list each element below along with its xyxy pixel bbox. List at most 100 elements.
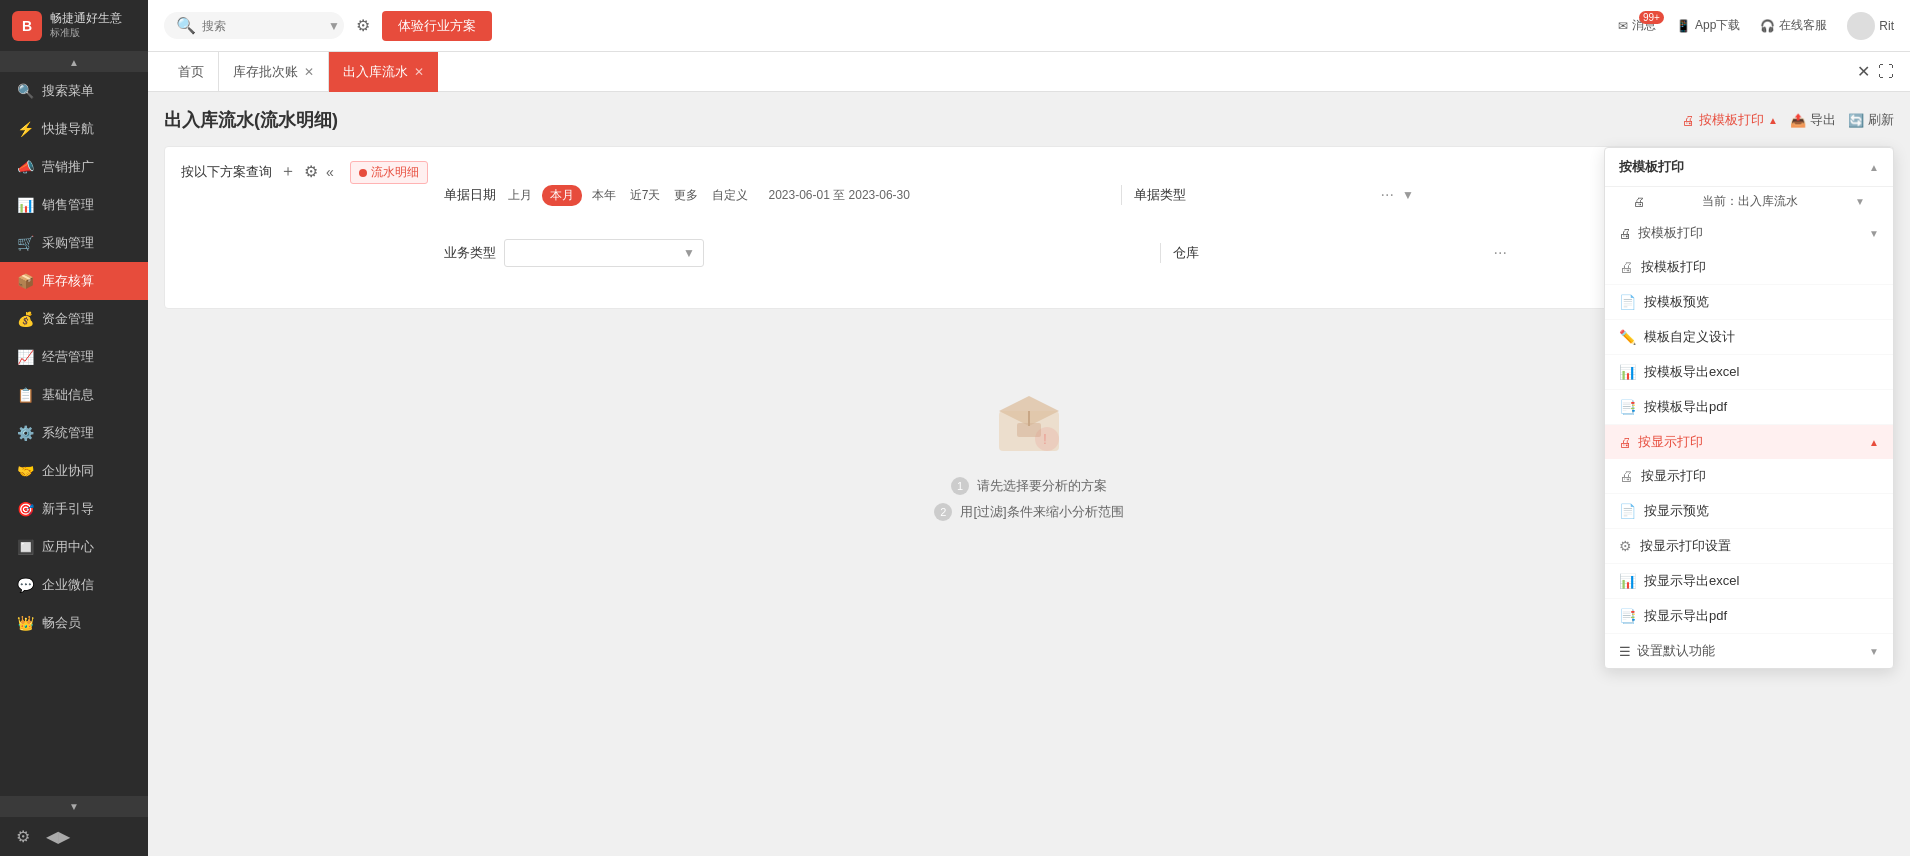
display-print-label: 按显示打印	[1641, 467, 1706, 485]
date-shortcuts: 上月 本月 本年 近7天 更多 自定义	[504, 185, 753, 206]
search-box[interactable]: 🔍 ▼	[164, 12, 344, 39]
print-dropdown-arrow: ▲	[1768, 115, 1778, 126]
sidebar-item-label: 新手引导	[42, 500, 94, 518]
dropdown-item-template-preview[interactable]: 📄 按模板预览	[1605, 285, 1893, 320]
sidebar-item-sales[interactable]: 📊 销售管理	[0, 186, 148, 224]
purchase-icon: 🛒	[16, 235, 34, 251]
dropdown-section-template[interactable]: 🖨 按模板打印 ▼	[1605, 216, 1893, 250]
date-shortcut-last-month[interactable]: 上月	[504, 185, 536, 206]
step2-num: 2	[934, 503, 952, 521]
tab-bar-close-all[interactable]: ✕	[1857, 62, 1870, 81]
sidebar-item-quick-nav[interactable]: ⚡ 快捷导航	[0, 110, 148, 148]
sidebar-item-label: 资金管理	[42, 310, 94, 328]
date-shortcut-this-month[interactable]: 本月	[542, 185, 582, 206]
sidebar-settings-icon[interactable]: ⚙	[16, 827, 30, 846]
sidebar-item-label: 企业微信	[42, 576, 94, 594]
export-btn[interactable]: 📤 导出	[1790, 111, 1836, 129]
page-title-row: 出入库流水(流水明细) 🖨 按模板打印 ▲ 📤 导出 🔄 刷新	[164, 108, 1894, 132]
date-shortcut-more[interactable]: 更多	[670, 185, 702, 206]
dropdown-item-template-excel[interactable]: 📊 按模板导出excel	[1605, 355, 1893, 390]
sidebar-item-operations[interactable]: 📈 经营管理	[0, 338, 148, 376]
tab-batch-ledger-close[interactable]: ✕	[304, 65, 314, 79]
dropdown-item-template-custom[interactable]: ✏️ 模板自定义设计	[1605, 320, 1893, 355]
system-icon: ⚙️	[16, 425, 34, 441]
print-dropdown-panel: 按模板打印 ▲ 🖨 当前：出入库流水 ▼ 🖨 按模板打印	[1604, 147, 1894, 669]
dropdown-item-display-preview[interactable]: 📄 按显示预览	[1605, 494, 1893, 529]
filter-add-icon[interactable]: ＋	[280, 161, 296, 182]
sidebar-item-guide[interactable]: 🎯 新手引导	[0, 490, 148, 528]
sidebar-collapse-icon[interactable]: ◀▶	[46, 827, 70, 846]
date-shortcut-this-year[interactable]: 本年	[588, 185, 620, 206]
dropdown-section-display[interactable]: 🖨 按显示打印 ▲	[1605, 425, 1893, 459]
display-pdf-icon: 📑	[1619, 608, 1636, 624]
dropdown-item-display-pdf[interactable]: 📑 按显示导出pdf	[1605, 599, 1893, 634]
receipt-type-dropdown-arrow[interactable]: ▼	[1402, 188, 1414, 202]
filter-set-icon[interactable]: ⚙	[304, 162, 318, 181]
search-input[interactable]	[202, 19, 322, 33]
tab-bar-expand[interactable]: ⛶	[1878, 63, 1894, 81]
dropdown-header-close-icon[interactable]: ▲	[1869, 162, 1879, 173]
online-service-btn[interactable]: 🎧 在线客服	[1760, 17, 1827, 34]
dropdown-set-default[interactable]: ☰ 设置默认功能 ▼	[1605, 634, 1893, 668]
header-gear-icon[interactable]: ⚙	[356, 16, 370, 35]
online-service-label: 在线客服	[1779, 17, 1827, 34]
user-avatar-area[interactable]: Rit	[1847, 12, 1894, 40]
sidebar-item-cooperation[interactable]: 🤝 企业协同	[0, 452, 148, 490]
receipt-type-dots[interactable]: ···	[1381, 186, 1394, 204]
dropdown-current-arrow: ▼	[1855, 196, 1865, 207]
refresh-btn[interactable]: 🔄 刷新	[1848, 111, 1894, 129]
sidebar-scroll-up[interactable]: ▲	[0, 52, 148, 72]
sidebar-scroll-down[interactable]: ▼	[0, 796, 148, 816]
refresh-icon: 🔄	[1848, 113, 1864, 128]
search-dropdown-arrow[interactable]: ▼	[328, 19, 340, 33]
sidebar-item-search-menu[interactable]: 🔍 搜索菜单	[0, 72, 148, 110]
template-custom-icon: ✏️	[1619, 329, 1636, 345]
sidebar-item-inventory[interactable]: 📦 库存核算	[0, 262, 148, 300]
dropdown-current[interactable]: 🖨 当前：出入库流水 ▼	[1605, 187, 1893, 216]
tab-flow-close[interactable]: ✕	[414, 65, 424, 79]
print-template-label: 按模板打印	[1699, 111, 1764, 129]
display-print-icon: 🖨	[1619, 468, 1633, 484]
dropdown-header: 按模板打印 ▲	[1605, 148, 1893, 187]
sidebar-item-purchase[interactable]: 🛒 采购管理	[0, 224, 148, 262]
tab-flow[interactable]: 出入库流水 ✕	[329, 52, 438, 92]
dropdown-item-display-print-settings[interactable]: ⚙ 按显示打印设置	[1605, 529, 1893, 564]
filter-collapse-icon[interactable]: «	[326, 164, 334, 180]
tab-bar: 首页 库存批次账 ✕ 出入库流水 ✕ ✕ ⛶	[148, 52, 1910, 92]
template-preview-icon: 📄	[1619, 294, 1636, 310]
sidebar-item-finance[interactable]: 💰 资金管理	[0, 300, 148, 338]
set-default-icon: ☰	[1619, 644, 1631, 659]
header-right: ✉ 消息 99+ 📱 App下载 🎧 在线客服 Rit	[1618, 12, 1894, 40]
sidebar-item-wechat[interactable]: 💬 企业微信	[0, 566, 148, 604]
date-shortcut-7days[interactable]: 近7天	[626, 185, 665, 206]
tab-bar-right: ✕ ⛶	[1857, 62, 1894, 81]
empty-state-icon: !	[989, 381, 1069, 461]
sidebar-item-label: 销售管理	[42, 196, 94, 214]
tab-batch-ledger[interactable]: 库存批次账 ✕	[219, 52, 329, 92]
sidebar-item-app-center[interactable]: 🔲 应用中心	[0, 528, 148, 566]
date-shortcut-custom[interactable]: 自定义	[708, 185, 752, 206]
dropdown-item-display-excel[interactable]: 📊 按显示导出excel	[1605, 564, 1893, 599]
dropdown-item-display-print[interactable]: 🖨 按显示打印	[1605, 459, 1893, 494]
app-download-btn[interactable]: 📱 App下载	[1676, 17, 1740, 34]
print-template-btn[interactable]: 🖨 按模板打印 ▲	[1682, 111, 1778, 129]
warehouse-dots[interactable]: ···	[1494, 244, 1507, 262]
trial-btn[interactable]: 体验行业方案	[382, 11, 492, 41]
sidebar-item-basics[interactable]: 📋 基础信息	[0, 376, 148, 414]
sidebar-item-label: 快捷导航	[42, 120, 94, 138]
sidebar-item-system[interactable]: ⚙️ 系统管理	[0, 414, 148, 452]
dropdown-item-template-pdf[interactable]: 📑 按模板导出pdf	[1605, 390, 1893, 425]
message-btn[interactable]: ✉ 消息 99+	[1618, 17, 1656, 34]
empty-step-2: 2 用[过滤]条件来缩小分析范围	[934, 503, 1123, 521]
dropdown-item-template-print[interactable]: 🖨 按模板打印	[1605, 250, 1893, 285]
tab-home[interactable]: 首页	[164, 52, 219, 92]
section-display-label: 按显示打印	[1638, 433, 1703, 451]
sales-icon: 📊	[16, 197, 34, 213]
app-download-icon: 📱	[1676, 19, 1691, 33]
sidebar-item-member[interactable]: 👑 畅会员	[0, 604, 148, 642]
sidebar-item-marketing[interactable]: 📣 营销推广	[0, 148, 148, 186]
business-type-select[interactable]: ▼	[504, 239, 704, 267]
cooperation-icon: 🤝	[16, 463, 34, 479]
template-excel-label: 按模板导出excel	[1644, 363, 1739, 381]
business-type-field: 业务类型 ▼	[444, 239, 1148, 267]
